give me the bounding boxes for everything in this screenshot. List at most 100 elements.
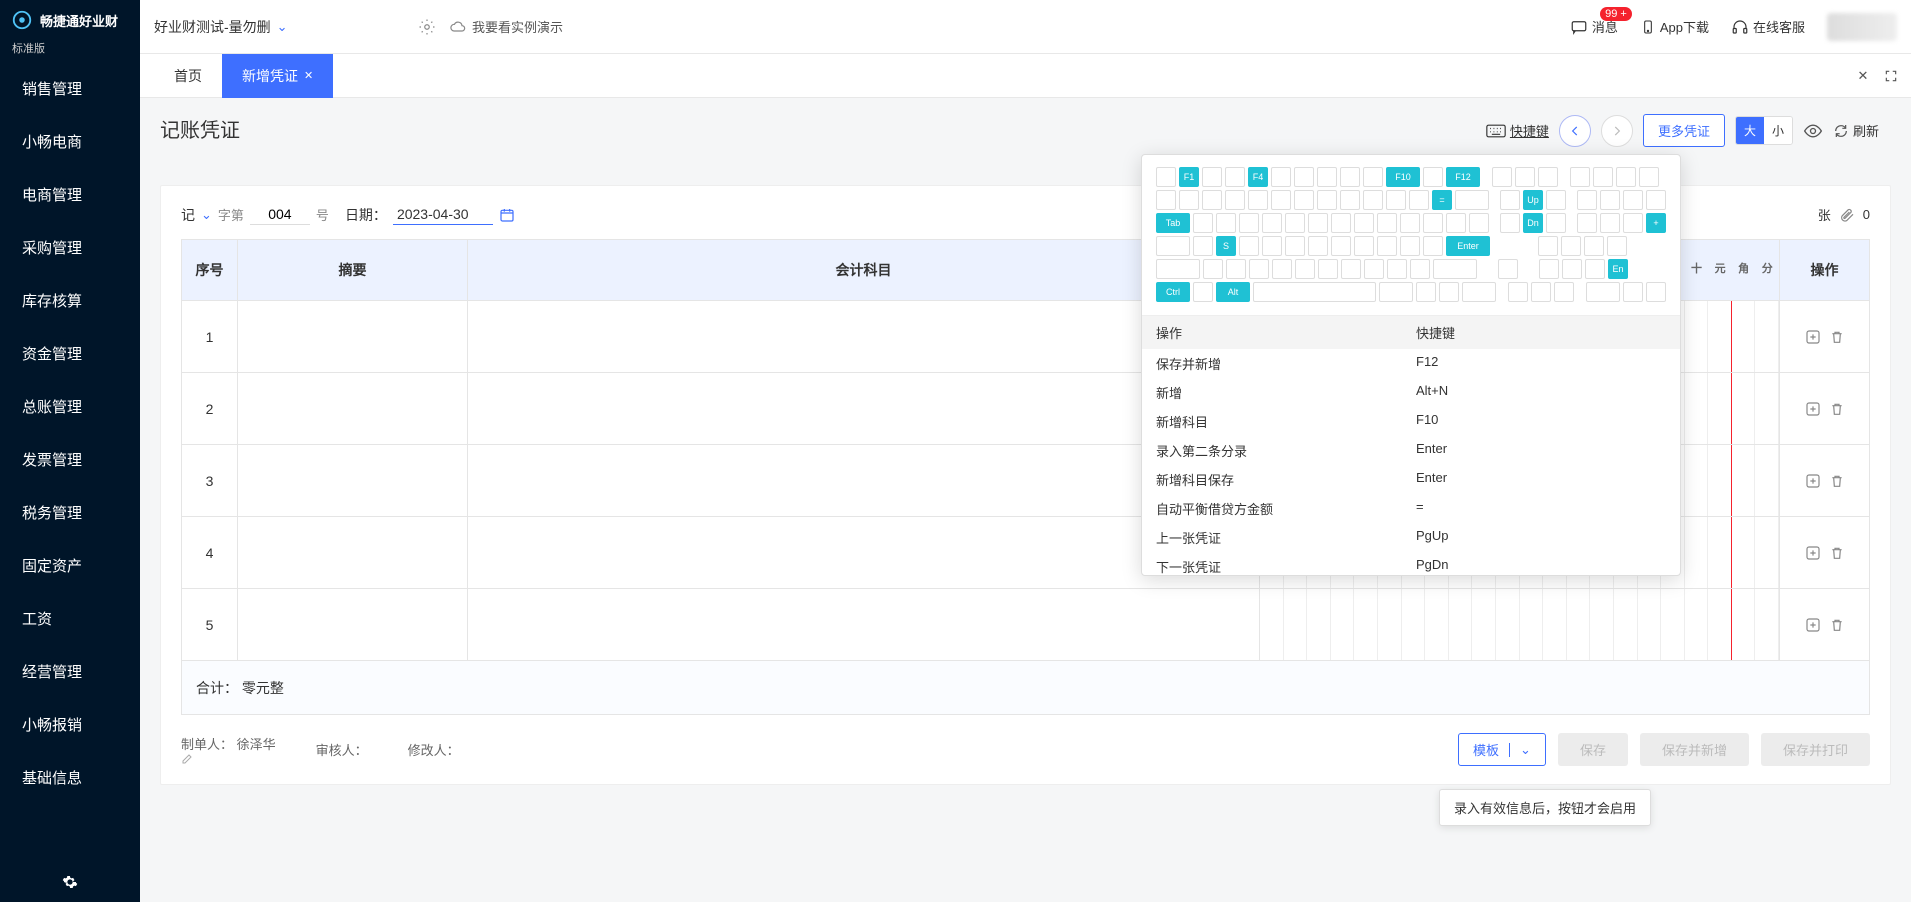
delete-row-icon[interactable]: [1829, 545, 1845, 561]
message-icon: [1570, 18, 1588, 36]
add-row-icon[interactable]: [1805, 545, 1821, 561]
cloud-icon: [450, 19, 466, 35]
download-link[interactable]: App下载: [1640, 17, 1709, 36]
creator-info: 制单人： 徐泽华: [181, 734, 276, 765]
brand-name: 畅捷通好业财: [40, 11, 118, 30]
delete-row-icon[interactable]: [1829, 329, 1845, 345]
sidebar-item-4[interactable]: 采购管理: [0, 221, 140, 274]
sidebar-item-1[interactable]: 销售管理: [0, 62, 140, 115]
summary-cell[interactable]: [238, 589, 468, 661]
add-row-icon[interactable]: [1805, 329, 1821, 345]
attachment-icon[interactable]: [1839, 207, 1855, 223]
keyboard-diagram: F1F4F10F12=UpTabDn+SEnterEnCtrlAlt: [1142, 155, 1680, 315]
sidebar-item-10[interactable]: 固定资产: [0, 539, 140, 592]
voucher-number-input[interactable]: [250, 204, 310, 225]
size-toggle: 大 小: [1735, 116, 1793, 145]
chevron-down-icon: ⌄: [1520, 742, 1531, 758]
sidebar-settings[interactable]: [0, 862, 140, 902]
shortcut-row: 新增科目F10: [1142, 407, 1680, 436]
gear-icon: [62, 874, 78, 890]
calendar-icon[interactable]: [499, 207, 515, 223]
shortcut-row: 自动平衡借贷方金额=: [1142, 494, 1680, 523]
th-ops: 操作: [1780, 240, 1870, 301]
message-badge: 99 +: [1600, 7, 1632, 21]
chevron-down-icon: ⌄: [277, 19, 288, 35]
save-tooltip: 录入有效信息后，按钮才会启用: [1439, 789, 1651, 826]
project-name: 好业财测试-量勿删: [154, 17, 271, 37]
messages-link[interactable]: 消息 99 +: [1570, 17, 1618, 36]
top-header: 好业财测试-量勿删 ⌄ 我要看实例演示 消息 99 +: [140, 0, 1911, 54]
chevron-down-icon[interactable]: ⌄: [201, 207, 212, 223]
modifier-info: 修改人：: [408, 740, 460, 759]
shortcut-popover: F1F4F10F12=UpTabDn+SEnterEnCtrlAlt 操作 快捷…: [1141, 154, 1681, 576]
account-cell[interactable]: [468, 589, 1260, 661]
shortcut-row: 新增Alt+N: [1142, 378, 1680, 407]
sidebar-item-5[interactable]: 库存核算: [0, 274, 140, 327]
header-settings-icon[interactable]: [418, 18, 436, 36]
next-voucher-button: [1601, 115, 1633, 147]
add-row-icon[interactable]: [1805, 401, 1821, 417]
close-icon[interactable]: ✕: [304, 69, 313, 82]
sidebar: 畅捷通好业财 标准版 营销图销售管理小畅电商电商管理采购管理库存核算资金管理总账…: [0, 0, 140, 902]
summary-cell[interactable]: [238, 301, 468, 373]
add-row-icon[interactable]: [1805, 473, 1821, 489]
sidebar-item-3[interactable]: 电商管理: [0, 168, 140, 221]
card-footer: 制单人： 徐泽华 审核人： 修改人： 模板 ⌄: [181, 715, 1870, 766]
delete-row-icon[interactable]: [1829, 617, 1845, 633]
save-new-button: 保存并新增: [1640, 733, 1749, 766]
sidebar-item-11[interactable]: 工资: [0, 592, 140, 645]
keyboard-icon: [1486, 124, 1506, 138]
total-row: 合计： 零元整: [182, 661, 1870, 715]
summary-cell[interactable]: [238, 517, 468, 589]
delete-row-icon[interactable]: [1829, 401, 1845, 417]
refresh-button[interactable]: 刷新: [1833, 121, 1879, 140]
table-row: 5: [182, 589, 1870, 661]
prev-voucher-button[interactable]: [1559, 115, 1591, 147]
brand-icon: [10, 8, 34, 32]
project-selector[interactable]: 好业财测试-量勿删 ⌄: [154, 17, 404, 37]
more-voucher-button[interactable]: 更多凭证: [1643, 114, 1725, 147]
template-button[interactable]: 模板 ⌄: [1458, 733, 1546, 766]
size-large-button[interactable]: 大: [1736, 117, 1764, 144]
save-print-button: 保存并打印: [1761, 733, 1870, 766]
th-seq: 序号: [182, 240, 238, 301]
delete-row-icon[interactable]: [1829, 473, 1845, 489]
auditor-info: 审核人：: [316, 740, 368, 759]
date-input[interactable]: [393, 204, 493, 225]
user-avatar[interactable]: [1827, 13, 1897, 41]
tab-new-voucher[interactable]: 新增凭证 ✕: [222, 54, 333, 98]
headset-icon: [1731, 18, 1749, 36]
summary-cell[interactable]: [238, 373, 468, 445]
service-link[interactable]: 在线客服: [1731, 17, 1805, 36]
tab-close-all[interactable]: ✕: [1853, 66, 1873, 86]
tab-bar: 首页 新增凭证 ✕ ✕: [140, 54, 1911, 98]
summary-cell[interactable]: [238, 445, 468, 517]
demo-link[interactable]: 我要看实例演示: [450, 17, 563, 36]
shortcut-row: 录入第二条分录Enter: [1142, 436, 1680, 465]
sidebar-item-6[interactable]: 资金管理: [0, 327, 140, 380]
tab-home[interactable]: 首页: [154, 54, 222, 98]
size-small-button[interactable]: 小: [1764, 117, 1792, 144]
fullscreen-icon[interactable]: [1881, 66, 1901, 86]
sidebar-item-2[interactable]: 小畅电商: [0, 115, 140, 168]
brand-edition: 标准版: [0, 40, 140, 62]
edit-icon[interactable]: [181, 753, 276, 765]
preview-button[interactable]: [1803, 121, 1823, 141]
sidebar-item-14[interactable]: 基础信息: [0, 751, 140, 804]
shortcut-row: 下一张凭证PgDn: [1142, 552, 1680, 575]
shortcut-row: 新增科目保存Enter: [1142, 465, 1680, 494]
sidebar-item-9[interactable]: 税务管理: [0, 486, 140, 539]
add-row-icon[interactable]: [1805, 617, 1821, 633]
shortcut-row: 上一张凭证PgUp: [1142, 523, 1680, 552]
shortcut-link[interactable]: 快捷键: [1486, 121, 1549, 140]
sidebar-item-8[interactable]: 发票管理: [0, 433, 140, 486]
save-button: 保存: [1558, 733, 1628, 766]
phone-icon: [1640, 18, 1656, 36]
sidebar-item-12[interactable]: 经营管理: [0, 645, 140, 698]
sidebar-item-13[interactable]: 小畅报销: [0, 698, 140, 751]
voucher-type-group: 记 ⌄ 字第 号: [181, 204, 329, 225]
date-group: 日期：: [345, 204, 515, 225]
sidebar-item-7[interactable]: 总账管理: [0, 380, 140, 433]
shortcut-row: 保存并新增F12: [1142, 349, 1680, 378]
logo: 畅捷通好业财: [0, 0, 140, 40]
